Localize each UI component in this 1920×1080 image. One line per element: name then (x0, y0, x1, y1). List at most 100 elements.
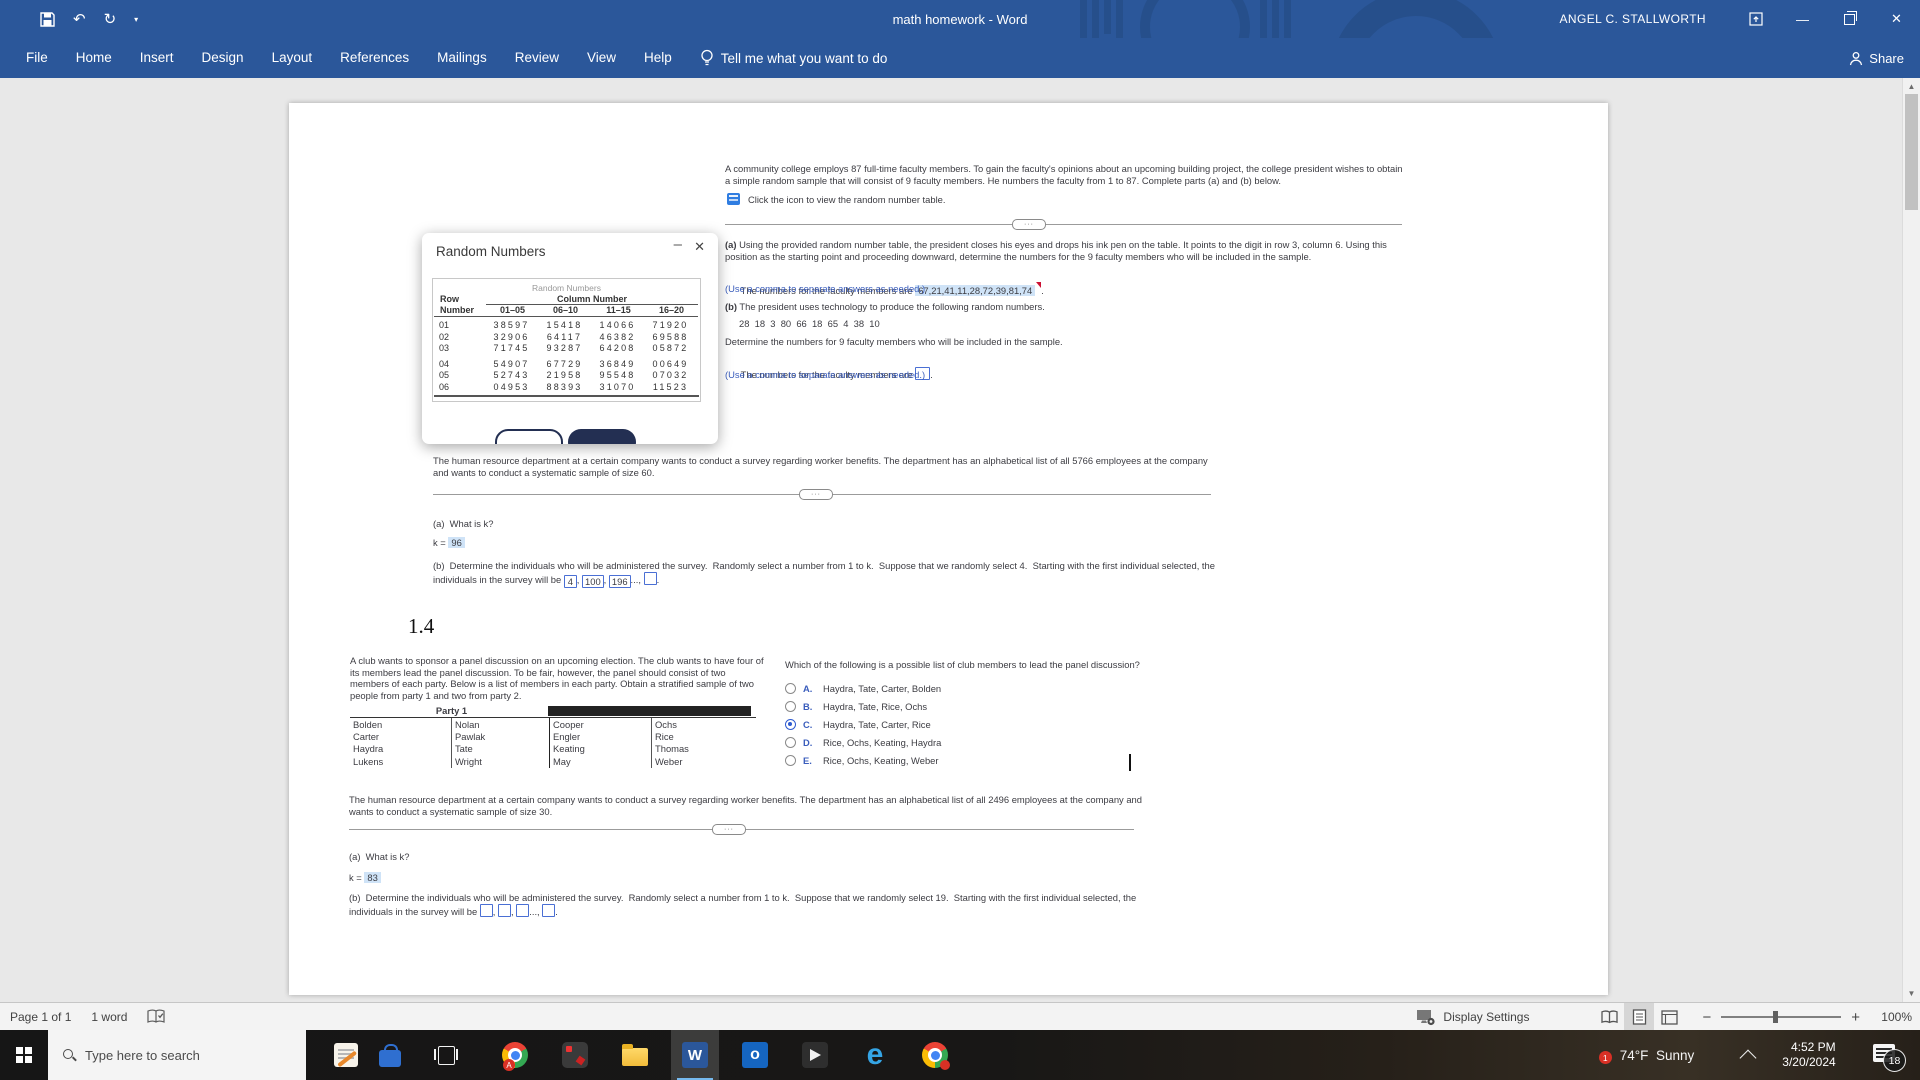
zoom-in-button[interactable]: + (1851, 1009, 1860, 1026)
ribbon-tab-home[interactable]: Home (62, 38, 126, 78)
print-layout-button[interactable] (1624, 1003, 1655, 1031)
radio-button[interactable] (785, 737, 796, 748)
radio-button[interactable] (785, 755, 796, 766)
lightbulb-icon (701, 49, 713, 66)
display-settings-button[interactable]: Display Settings (1416, 1009, 1529, 1026)
task-view-button[interactable] (422, 1030, 470, 1080)
option-text: Rice, Ochs, Keating, Haydra (823, 737, 942, 748)
party-member: Wright (455, 755, 482, 767)
word-titlebar: ↶ ↻ ▾ math homework - Word ANGEL C. STAL… (0, 0, 1920, 38)
k-answer-field[interactable]: 83 (364, 872, 381, 883)
scroll-down-arrow[interactable]: ▼ (1903, 985, 1920, 1002)
clock-widget[interactable]: 4:52 PM 3/20/2024 (1766, 1030, 1852, 1080)
ribbon-tab-review[interactable]: Review (501, 38, 573, 78)
ribbon-tab-insert[interactable]: Insert (126, 38, 188, 78)
row-values: 14066 (599, 320, 636, 330)
minimize-button[interactable]: — (1779, 0, 1826, 38)
answer-input-box[interactable]: 4 (563, 574, 577, 588)
answer-input-box[interactable] (516, 903, 530, 917)
row-values: 71920 (652, 320, 689, 330)
row-values: 67729 (546, 358, 583, 369)
scrollbar-thumb[interactable] (1905, 94, 1918, 210)
row-values: 64117 (546, 331, 583, 342)
row-values: 21958 (546, 370, 583, 381)
divider-toggle[interactable]: ··· (712, 824, 746, 835)
word-taskbar-button[interactable]: W (671, 1030, 719, 1080)
ribbon-tab-references[interactable]: References (326, 38, 423, 78)
zoom-slider[interactable] (1721, 1011, 1842, 1023)
tray-overflow-button[interactable] (1733, 1030, 1763, 1080)
divider-toggle[interactable]: ··· (799, 489, 833, 500)
ribbon-tab-file[interactable]: File (12, 38, 62, 78)
answer-input-box[interactable] (498, 903, 512, 917)
ribbon-tab-mailings[interactable]: Mailings (423, 38, 501, 78)
taskbar-search-box[interactable]: Type here to search (48, 1030, 306, 1080)
weather-widget[interactable]: 1 74°F Sunny (1575, 1030, 1727, 1080)
option-e[interactable]: E. Rice, Ochs, Keating, Weber (785, 754, 939, 767)
row-number: 01 (439, 320, 450, 330)
problem2-intro: The human resource department at a certa… (433, 455, 1211, 478)
outlook-icon: o (742, 1042, 768, 1068)
ribbon-display-options-button[interactable] (1732, 0, 1779, 38)
ribbon-tab-design[interactable]: Design (188, 38, 258, 78)
tell-me-box[interactable]: Tell me what you want to do (700, 49, 887, 67)
proofing-icon[interactable] (147, 1009, 166, 1025)
pinned-store-app[interactable] (368, 1030, 412, 1080)
photos-app-icon (802, 1042, 828, 1068)
answer-input-box[interactable] (479, 903, 493, 917)
row-values: 95548 (599, 370, 636, 381)
scroll-up-arrow[interactable]: ▲ (1903, 78, 1920, 95)
zoom-percentage[interactable]: 100% (1870, 1010, 1912, 1024)
ribbon-tab-help[interactable]: Help (630, 38, 686, 78)
pinned-game-app[interactable] (551, 1030, 599, 1080)
account-name[interactable]: ANGEL C. STALLWORTH (1559, 12, 1706, 26)
web-layout-button[interactable] (1654, 1003, 1684, 1031)
answer-input-box[interactable]: 100 (582, 574, 604, 588)
popup-primary-button[interactable] (568, 429, 636, 444)
pinned-photos-app[interactable] (791, 1030, 839, 1080)
random-table-icon[interactable] (727, 193, 740, 205)
popup-close-button[interactable]: ✕ (694, 239, 705, 255)
word-count[interactable]: 1 word (91, 1010, 127, 1024)
answer-input-box[interactable]: 196 (608, 574, 631, 588)
answer-input-box[interactable] (542, 903, 556, 917)
radio-button[interactable] (785, 701, 796, 712)
share-button[interactable]: Share (1849, 51, 1904, 66)
ribbon-tab-view[interactable]: View (573, 38, 630, 78)
edge-taskbar-button[interactable]: e (851, 1030, 899, 1080)
close-button[interactable]: ✕ (1873, 0, 1920, 38)
option-b[interactable]: B. Haydra, Tate, Rice, Ochs (785, 700, 927, 713)
action-center-button[interactable]: 18 (1858, 1030, 1912, 1080)
option-d[interactable]: D. Rice, Ochs, Keating, Haydra (785, 736, 941, 749)
ribbon-tab-layout[interactable]: Layout (258, 38, 327, 78)
problem4-part-a: (a) What is k? (349, 851, 410, 862)
row-values: 15418 (546, 320, 583, 330)
popup-minimize-button[interactable]: – (674, 236, 682, 253)
outlook-taskbar-button[interactable]: o (731, 1030, 779, 1080)
part-b-text: (b) Determine the individuals who will b… (349, 892, 1139, 917)
option-a[interactable]: A. Haydra, Tate, Carter, Bolden (785, 682, 941, 695)
k-answer-field[interactable]: 96 (448, 537, 465, 548)
pinned-notes-app[interactable] (324, 1030, 368, 1080)
divider-toggle[interactable]: ··· (1012, 219, 1046, 230)
answer-input-box[interactable] (643, 571, 657, 585)
option-c[interactable]: C. Haydra, Tate, Carter, Rice (785, 718, 931, 731)
restore-button[interactable] (1826, 0, 1873, 38)
radio-button[interactable] (785, 719, 796, 730)
status-bar: Page 1 of 1 1 word Display Settings − + … (0, 1002, 1920, 1031)
radio-button[interactable] (785, 683, 796, 694)
chrome-profile2-button[interactable] (911, 1030, 959, 1080)
read-mode-button[interactable] (1594, 1003, 1624, 1031)
zoom-out-button[interactable]: − (1702, 1009, 1711, 1026)
chrome-taskbar-button[interactable]: A (491, 1030, 539, 1080)
answer-field[interactable]: 67,21,41,11,28,72,39,81,74 (915, 284, 1036, 296)
page-indicator[interactable]: Page 1 of 1 (10, 1010, 71, 1024)
zoom-slider-handle[interactable] (1773, 1011, 1779, 1023)
start-button[interactable] (0, 1030, 48, 1080)
file-explorer-button[interactable] (611, 1030, 659, 1080)
random-table-row: 02 32906 64117 46382 69588 (433, 332, 700, 344)
popup-secondary-button[interactable] (495, 429, 563, 444)
clock-date: 3/20/2024 (1782, 1055, 1836, 1069)
row-values: 04953 (493, 381, 530, 392)
notes-app-icon (334, 1043, 358, 1067)
